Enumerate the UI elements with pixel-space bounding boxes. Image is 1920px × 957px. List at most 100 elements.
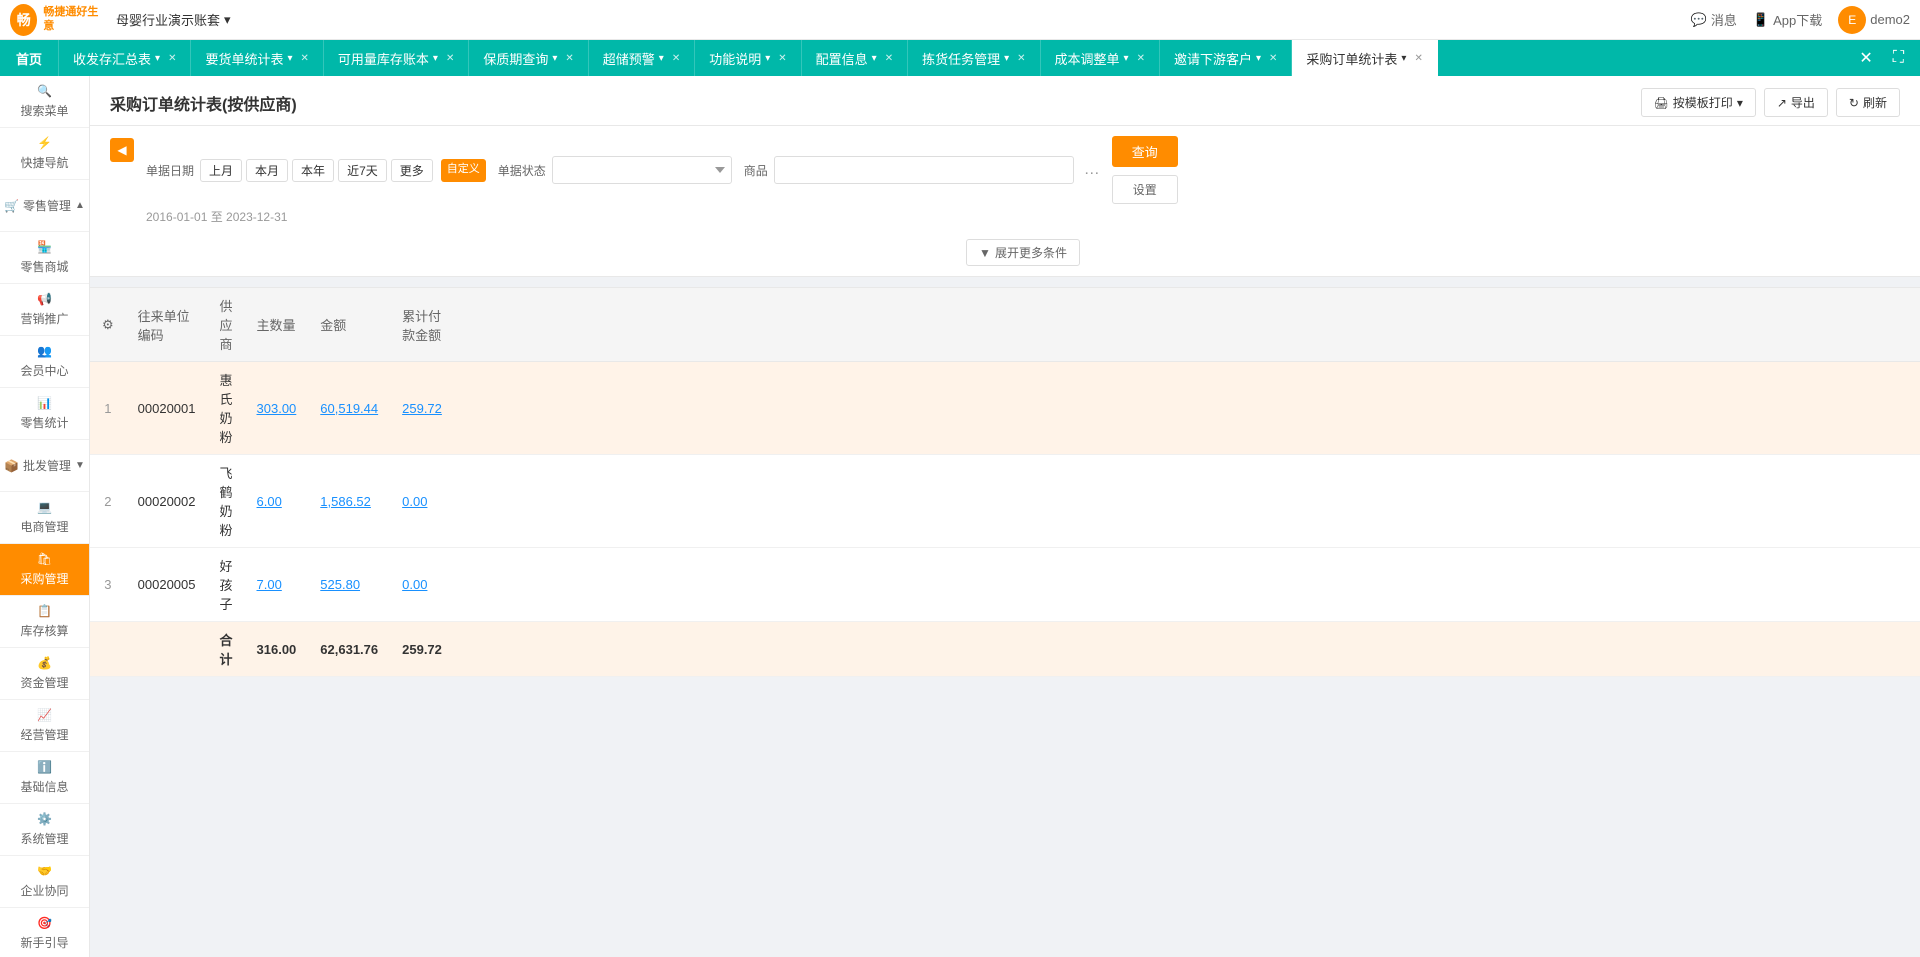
date-btn-more[interactable]: 更多	[391, 159, 433, 182]
date-filter-label: 单据日期	[146, 162, 194, 179]
date-btn-last-month[interactable]: 上月	[200, 159, 242, 182]
message-btn[interactable]: 💬 消息	[1691, 10, 1737, 29]
sidebar-item-retail-stats[interactable]: 📊 零售统计	[0, 388, 89, 440]
footer-extra	[454, 622, 1920, 677]
footer-quantity: 316.00	[245, 622, 309, 677]
col-supplier: 供应商	[208, 288, 245, 362]
sidebar-item-marketing[interactable]: 📢 营销推广	[0, 284, 89, 336]
user-area[interactable]: E demo2	[1838, 6, 1910, 34]
tab-available-stock-close[interactable]: ✕	[446, 53, 454, 64]
row-amount-1: 60,519.44	[308, 362, 390, 455]
enterprise-icon: 🤝	[37, 864, 52, 878]
tab-expiry-query-close[interactable]: ✕	[565, 53, 573, 64]
tab-overstock-alert-close[interactable]: ✕	[672, 53, 680, 64]
row-extra-3	[454, 548, 1920, 622]
tab-config-info[interactable]: 配置信息 ▾ ✕	[802, 40, 908, 76]
footer-empty-1	[90, 622, 126, 677]
sidebar-item-enterprise[interactable]: 🤝 企业协同	[0, 856, 89, 908]
sidebar-item-member[interactable]: 👥 会员中心	[0, 336, 89, 388]
query-button[interactable]: 查询	[1112, 136, 1178, 167]
tab-function-desc-close[interactable]: ✕	[778, 53, 786, 64]
date-btn-this-year[interactable]: 本年	[292, 159, 334, 182]
print-button[interactable]: 🖨 按模板打印 ▾	[1641, 88, 1756, 117]
col-settings: ⚙	[90, 288, 126, 362]
row-paid-1: 259.72	[390, 362, 454, 455]
sidebar-batch-mgmt-label: 批发管理	[23, 457, 71, 474]
sidebar-item-ecommerce[interactable]: 💻 电商管理	[0, 492, 89, 544]
tab-invite-downstream[interactable]: 邀请下游客户 ▾ ✕	[1160, 40, 1292, 76]
row-extra-2	[454, 455, 1920, 548]
logo-text: 畅捷通好生意	[43, 6, 100, 32]
retail-arrow-icon: ▲	[75, 200, 85, 211]
tab-pick-task[interactable]: 拣货任务管理 ▾ ✕	[908, 40, 1040, 76]
sidebar-purchase-label: 采购管理	[20, 570, 68, 587]
tab-available-stock[interactable]: 可用量库存账本 ▾ ✕	[324, 40, 469, 76]
row-extra-1	[454, 362, 1920, 455]
export-button[interactable]: ↗ 导出	[1764, 88, 1828, 117]
tab-cost-adjust[interactable]: 成本调整单 ▾ ✕	[1041, 40, 1160, 76]
tab-order-summary-close[interactable]: ✕	[301, 53, 309, 64]
date-btn-last-7days[interactable]: 近7天	[338, 159, 387, 182]
tab-order-summary[interactable]: 要货单统计表 ▾ ✕	[191, 40, 323, 76]
tab-expiry-query[interactable]: 保质期查询 ▾ ✕	[469, 40, 588, 76]
inventory-icon: 📋	[37, 604, 52, 618]
footer-label: 合计	[208, 622, 245, 677]
export-icon: ↗	[1777, 96, 1787, 110]
footer-paid: 259.72	[390, 622, 454, 677]
tab-purchase-summary-label: 采购订单统计表	[1306, 49, 1397, 68]
tab-function-desc[interactable]: 功能说明 ▾ ✕	[695, 40, 801, 76]
status-select[interactable]	[552, 156, 732, 184]
expand-more-btn[interactable]: ▼ 展开更多条件	[966, 239, 1080, 266]
tab-order-summary-arrow: ▾	[287, 53, 292, 64]
tab-config-info-close[interactable]: ✕	[885, 53, 893, 64]
tab-receive-summary[interactable]: 收发存汇总表 ▾ ✕	[59, 40, 191, 76]
page-header: 采购订单统计表(按供应商) 🖨 按模板打印 ▾ ↗ 导出 ↻ 刷新	[90, 76, 1920, 126]
refresh-button[interactable]: ↻ 刷新	[1836, 88, 1900, 117]
app-download-btn[interactable]: 📱 App下载	[1753, 10, 1822, 29]
sidebar-item-purchase[interactable]: 🛍 采购管理	[0, 544, 89, 596]
tab-purchase-summary-close[interactable]: ✕	[1414, 53, 1422, 64]
filter-collapse-btn[interactable]: ◀	[110, 138, 134, 162]
collapse-arrow-icon: ◀	[117, 143, 126, 157]
sidebar-item-operations[interactable]: 📈 经营管理	[0, 700, 89, 752]
sidebar-item-newbie[interactable]: 🎯 新手引导	[0, 908, 89, 957]
nav-expand-btn[interactable]: ⛶	[1887, 47, 1910, 69]
quick-nav-icon: ⚡	[37, 136, 52, 150]
header-actions: 🖨 按模板打印 ▾ ↗ 导出 ↻ 刷新	[1641, 88, 1900, 117]
nav-actions: ✕ ⛶	[1843, 46, 1920, 70]
goods-more-icon[interactable]: …	[1084, 161, 1100, 179]
sidebar-item-retail-shop[interactable]: 🏪 零售商城	[0, 232, 89, 284]
marketing-icon: 📢	[37, 292, 52, 306]
retail-shop-icon: 🏪	[37, 240, 52, 254]
nav-close-btn[interactable]: ✕	[1853, 46, 1878, 70]
tab-overstock-alert[interactable]: 超储预警 ▾ ✕	[589, 40, 695, 76]
sidebar-member-label: 会员中心	[20, 362, 68, 379]
data-table: ⚙ 往来单位编码 供应商 主数量 金额 累计付款金额 1 00020001	[90, 287, 1920, 677]
sidebar-item-basic-info[interactable]: ℹ️ 基础信息	[0, 752, 89, 804]
sidebar-item-search[interactable]: 🔍 搜索菜单	[0, 76, 89, 128]
tab-cost-adjust-close[interactable]: ✕	[1137, 53, 1145, 64]
tab-pick-task-close[interactable]: ✕	[1017, 53, 1025, 64]
tab-cost-adjust-label: 成本调整单	[1055, 49, 1120, 68]
tab-invite-downstream-close[interactable]: ✕	[1269, 53, 1277, 64]
workspace-selector[interactable]: 母婴行业演示账套 ▾	[116, 10, 1675, 29]
logo-icon: 畅	[10, 4, 37, 36]
main-layout: 🔍 搜索菜单 ⚡ 快捷导航 🛒 零售管理 ▲ 🏪 零售商城 📢 营销推广 👥 会…	[0, 76, 1920, 957]
sidebar-item-quick-nav[interactable]: ⚡ 快捷导航	[0, 128, 89, 180]
goods-input[interactable]	[774, 156, 1074, 184]
col-paid: 累计付款金额	[390, 288, 454, 362]
sidebar-item-inventory[interactable]: 📋 库存核算	[0, 596, 89, 648]
sidebar-item-batch-mgmt[interactable]: 📦 批发管理 ▼	[0, 440, 89, 492]
tab-purchase-summary[interactable]: 采购订单统计表 ▾ ✕	[1292, 40, 1437, 76]
settings-icon[interactable]: ⚙	[102, 317, 114, 332]
tab-home[interactable]: 首页	[0, 40, 59, 76]
date-btn-this-month[interactable]: 本月	[246, 159, 288, 182]
sidebar-item-finance[interactable]: 💰 资金管理	[0, 648, 89, 700]
table-area: ⚙ 往来单位编码 供应商 主数量 金额 累计付款金额 1 00020001	[90, 277, 1920, 957]
sidebar-item-retail[interactable]: 🛒 零售管理 ▲	[0, 180, 89, 232]
settings-button[interactable]: 设置	[1112, 175, 1178, 204]
sidebar-item-system[interactable]: ⚙️ 系统管理	[0, 804, 89, 856]
print-dropdown-icon: ▾	[1737, 96, 1743, 110]
tab-receive-summary-close[interactable]: ✕	[168, 53, 176, 64]
tab-purchase-summary-arrow: ▾	[1401, 53, 1406, 64]
